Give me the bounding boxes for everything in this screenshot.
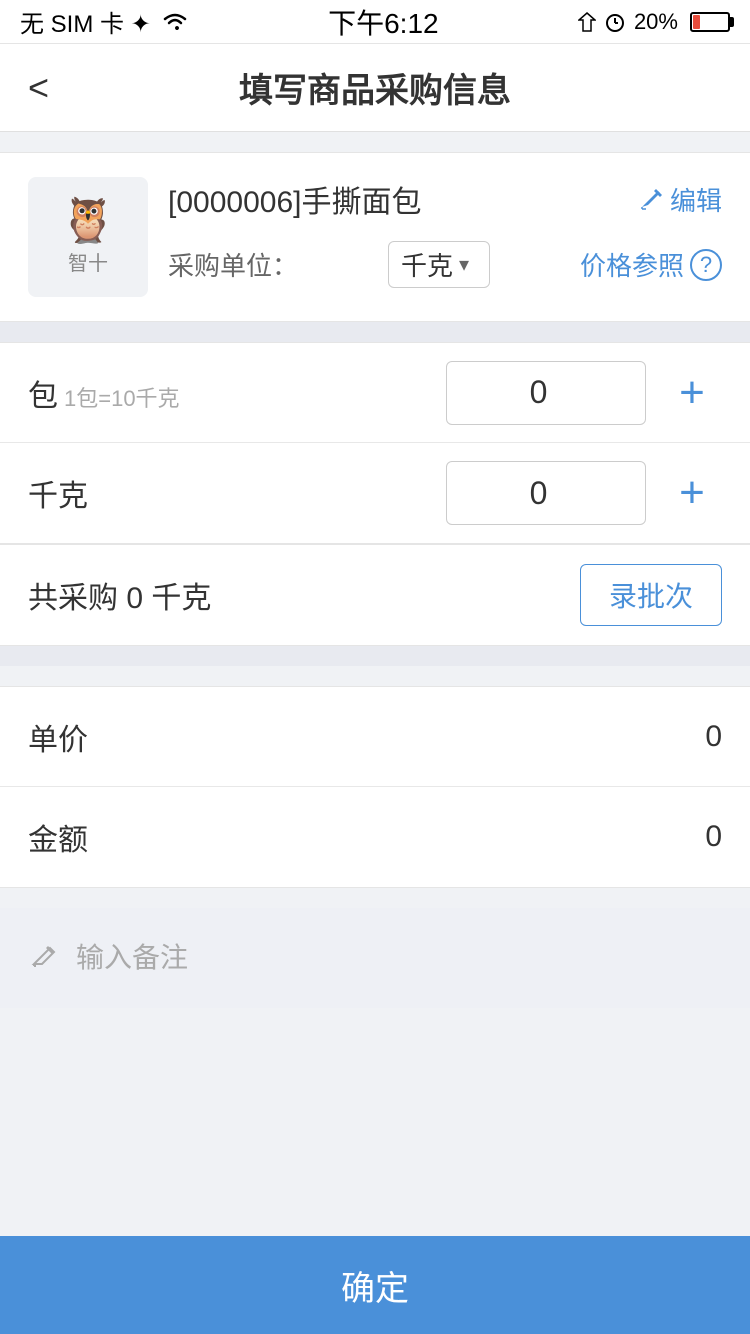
status-right: 20% (578, 9, 730, 35)
purchase-unit-label: 采购单位： (168, 246, 298, 283)
pencil-icon (28, 938, 60, 970)
edit-label: 编辑 (670, 181, 722, 218)
status-left: 无 SIM 卡 ✦ (20, 4, 189, 39)
nav-bar: < 填写商品采购信息 (0, 44, 750, 132)
section-divider-2 (0, 646, 750, 666)
thumb-label: 智十 (68, 247, 108, 276)
question-icon: ? (690, 249, 722, 281)
price-ref-button[interactable]: 价格参照 ? (580, 246, 722, 283)
remark-section[interactable]: 输入备注 (0, 908, 750, 1008)
amount-row: 金额 0 (0, 787, 750, 887)
amount-label: 金额 (28, 815, 705, 859)
product-logo-icon: 🦉 (61, 199, 116, 243)
quantity-input-section: 包1包=10千克 + 千克 + (0, 342, 750, 544)
unit-price-label: 单价 (28, 715, 705, 759)
unit-select[interactable]: 千克 ▾ (388, 241, 490, 288)
kg-input-right: + (188, 461, 722, 525)
section-divider-1 (0, 322, 750, 342)
product-card: 🦉 智十 [0000006]手撕面包 编辑 采购单位： 千克 ▾ (0, 152, 750, 322)
pack-plus-button[interactable]: + (662, 361, 722, 425)
kg-label: 千克 (28, 471, 188, 515)
wifi-icon (161, 12, 189, 32)
unit-price-row: 单价 0 (0, 687, 750, 787)
confirm-label: 确定 (341, 1261, 409, 1310)
chevron-down-icon: ▾ (459, 252, 469, 277)
purchase-unit-row: 采购单位： 千克 ▾ 价格参照 ? (168, 241, 722, 288)
batch-button[interactable]: 录批次 (580, 564, 722, 626)
edit-button[interactable]: 编辑 (638, 181, 722, 218)
summary-text: 共采购 0 千克 (28, 573, 580, 617)
pack-input-row: 包1包=10千克 + (0, 343, 750, 443)
pricing-section: 单价 0 金额 0 (0, 686, 750, 888)
alarm-icon (604, 11, 626, 33)
summary-section: 共采购 0 千克 录批次 (0, 544, 750, 646)
battery-icon (690, 12, 730, 32)
pack-input-right: + (188, 361, 722, 425)
pack-quantity-input[interactable] (446, 361, 646, 425)
confirm-button[interactable]: 确定 (0, 1236, 750, 1334)
product-thumbnail: 🦉 智十 (28, 177, 148, 297)
page-title: 填写商品采购信息 (239, 63, 511, 112)
unit-price-value: 0 (705, 720, 722, 754)
battery-percent: 20% (634, 9, 678, 35)
pack-sublabel: 1包=10千克 (64, 386, 180, 411)
sim-label: 无 SIM 卡 ✦ (20, 4, 151, 39)
unit-value: 千克 (401, 246, 453, 283)
kg-quantity-input[interactable] (446, 461, 646, 525)
back-button[interactable]: < (28, 67, 49, 109)
product-name: [0000006]手撕面包 (168, 177, 421, 221)
status-time: 下午6:12 (328, 2, 439, 42)
kg-plus-button[interactable]: + (662, 461, 722, 525)
summary-row: 共采购 0 千克 录批次 (0, 545, 750, 645)
status-bar: 无 SIM 卡 ✦ 下午6:12 20% (0, 0, 750, 44)
amount-value: 0 (705, 820, 722, 854)
remark-placeholder: 输入备注 (76, 936, 188, 976)
edit-icon (638, 185, 666, 213)
kg-input-row: 千克 + (0, 443, 750, 543)
pack-label: 包1包=10千克 (28, 371, 188, 415)
price-ref-label: 价格参照 (580, 246, 684, 283)
product-info: [0000006]手撕面包 编辑 采购单位： 千克 ▾ 价格参照 ? (168, 177, 722, 288)
product-name-row: [0000006]手撕面包 编辑 (168, 177, 722, 221)
location-icon (578, 11, 596, 33)
